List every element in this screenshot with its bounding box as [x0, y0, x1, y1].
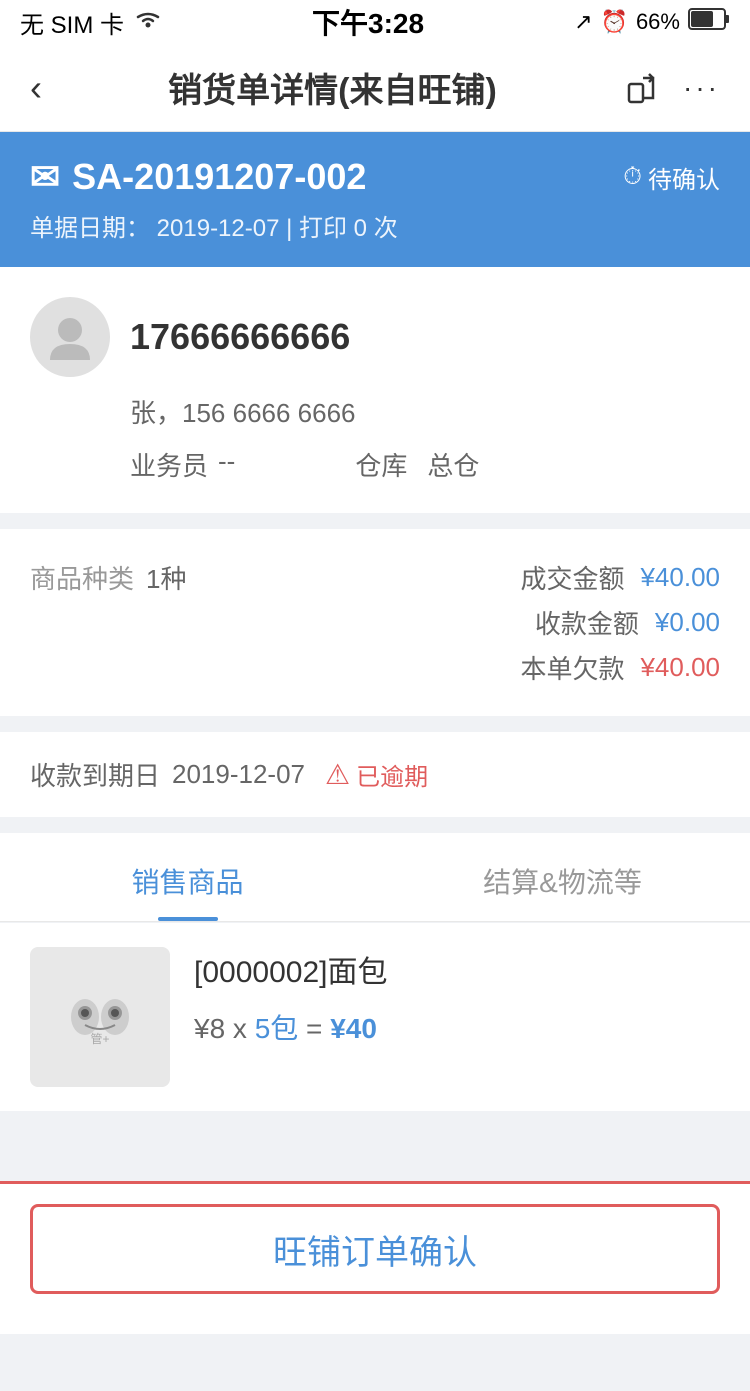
collected-row: 收款金额 ¥0.00 — [535, 604, 720, 641]
product-type-label: 商品种类 — [30, 559, 134, 596]
product-qty: 5包 — [255, 1013, 299, 1044]
tabs-row: 销售商品 结算&物流等 — [0, 833, 750, 922]
status-left: 无 SIM 卡 — [20, 5, 162, 40]
amount-label: 成交金额 — [520, 559, 624, 596]
nav-bar: ‹ 销货单详情(来自旺铺) ··· — [0, 44, 750, 132]
owed-row: 本单欠款 ¥40.00 — [520, 649, 720, 686]
product-name: [0000002]面包 — [194, 947, 720, 991]
status-time: 下午3:28 — [312, 2, 424, 42]
collected-label: 收款金额 — [535, 604, 639, 641]
nav-left: ‹ — [30, 67, 42, 109]
due-label: 收款到期日 — [30, 756, 160, 793]
battery-icon — [688, 8, 730, 36]
amount-value: ¥40.00 — [640, 562, 720, 593]
product-section: 管+ [0000002]面包 ¥8 x 5包 = ¥40 — [0, 923, 750, 1111]
customer-section: 17666666666 张，156 6666 6666 业务员 -- 仓库 总仓 — [0, 267, 750, 513]
sim-status: 无 SIM 卡 — [20, 5, 124, 40]
amount-row: 成交金额 ¥40.00 — [520, 559, 720, 596]
tab-sales-goods[interactable]: 销售商品 — [0, 833, 375, 921]
product-price: ¥8 x 5包 = ¥40 — [194, 1007, 720, 1047]
nav-right: ··· — [623, 68, 720, 108]
more-button[interactable]: ··· — [683, 72, 720, 104]
order-id: ✉ SA-20191207-002 — [30, 156, 366, 198]
equals-text: = — [298, 1013, 330, 1044]
due-section: 收款到期日 2019-12-07 ⚠ 已逾期 — [0, 732, 750, 817]
customer-fields: 业务员 -- 仓库 总仓 — [30, 446, 720, 483]
alarm-icon: ⏰ — [601, 9, 628, 35]
page-title: 销货单详情(来自旺铺) — [168, 63, 497, 112]
customer-phone: 17666666666 — [130, 316, 350, 358]
sales-field: 业务员 -- — [130, 446, 235, 483]
avatar — [30, 297, 110, 377]
overdue-badge: ⚠ 已逾期 — [325, 757, 428, 792]
order-icon: ✉ — [30, 156, 60, 198]
wifi-icon — [134, 8, 162, 36]
owed-label: 本单欠款 — [520, 649, 624, 686]
product-thumbnail: 管+ — [30, 947, 170, 1087]
due-date: 2019-12-07 — [172, 759, 305, 790]
warehouse-label: 仓库 — [355, 446, 407, 483]
order-meta: 单据日期： 2019-12-07 | 打印 0 次 — [30, 208, 720, 243]
product-info: [0000002]面包 ¥8 x 5包 = ¥40 — [194, 947, 720, 1047]
price-text: ¥8 x — [194, 1013, 255, 1044]
tab-settlement[interactable]: 结算&物流等 — [375, 833, 750, 921]
share-button[interactable] — [623, 68, 663, 108]
product-type-item: 商品种类 1种 — [30, 559, 186, 596]
confirm-order-button[interactable]: 旺铺订单确认 — [30, 1204, 720, 1294]
product-type-value: 1种 — [146, 559, 186, 596]
warehouse-value: 总仓 — [427, 446, 479, 483]
overdue-icon: ⚠ — [325, 758, 350, 791]
sales-value: -- — [218, 446, 235, 483]
location-icon: ↗ — [574, 9, 592, 35]
summary-right: 成交金额 ¥40.00 收款金额 ¥0.00 本单欠款 ¥40.00 — [520, 559, 720, 686]
status-bar: 无 SIM 卡 下午3:28 ↗ ⏰ 66% — [0, 0, 750, 44]
battery-level: 66% — [636, 9, 680, 35]
order-status: ⏱ 待确认 — [623, 160, 720, 195]
svg-text:管+: 管+ — [90, 1031, 109, 1046]
collected-value: ¥0.00 — [655, 607, 720, 638]
summary-section: 商品种类 1种 成交金额 ¥40.00 收款金额 ¥0.00 本单欠款 ¥40.… — [0, 529, 750, 716]
tabs-section: 销售商品 结算&物流等 — [0, 833, 750, 922]
warehouse-field: 仓库 总仓 — [355, 446, 479, 483]
owed-value: ¥40.00 — [640, 652, 720, 683]
customer-sub: 张，156 6666 6666 — [30, 393, 720, 430]
confirm-button-wrapper: 旺铺订单确认 — [0, 1181, 750, 1334]
product-total: ¥40 — [330, 1013, 377, 1044]
sales-label: 业务员 — [130, 446, 208, 483]
summary-left: 商品种类 1种 — [30, 559, 186, 596]
clock-icon: ⏱ — [623, 163, 642, 191]
overdue-text: 已逾期 — [356, 757, 428, 792]
status-right: ↗ ⏰ 66% — [574, 8, 730, 36]
back-button[interactable]: ‹ — [30, 67, 42, 109]
header-card: ✉ SA-20191207-002 ⏱ 待确认 单据日期： 2019-12-07… — [0, 132, 750, 267]
